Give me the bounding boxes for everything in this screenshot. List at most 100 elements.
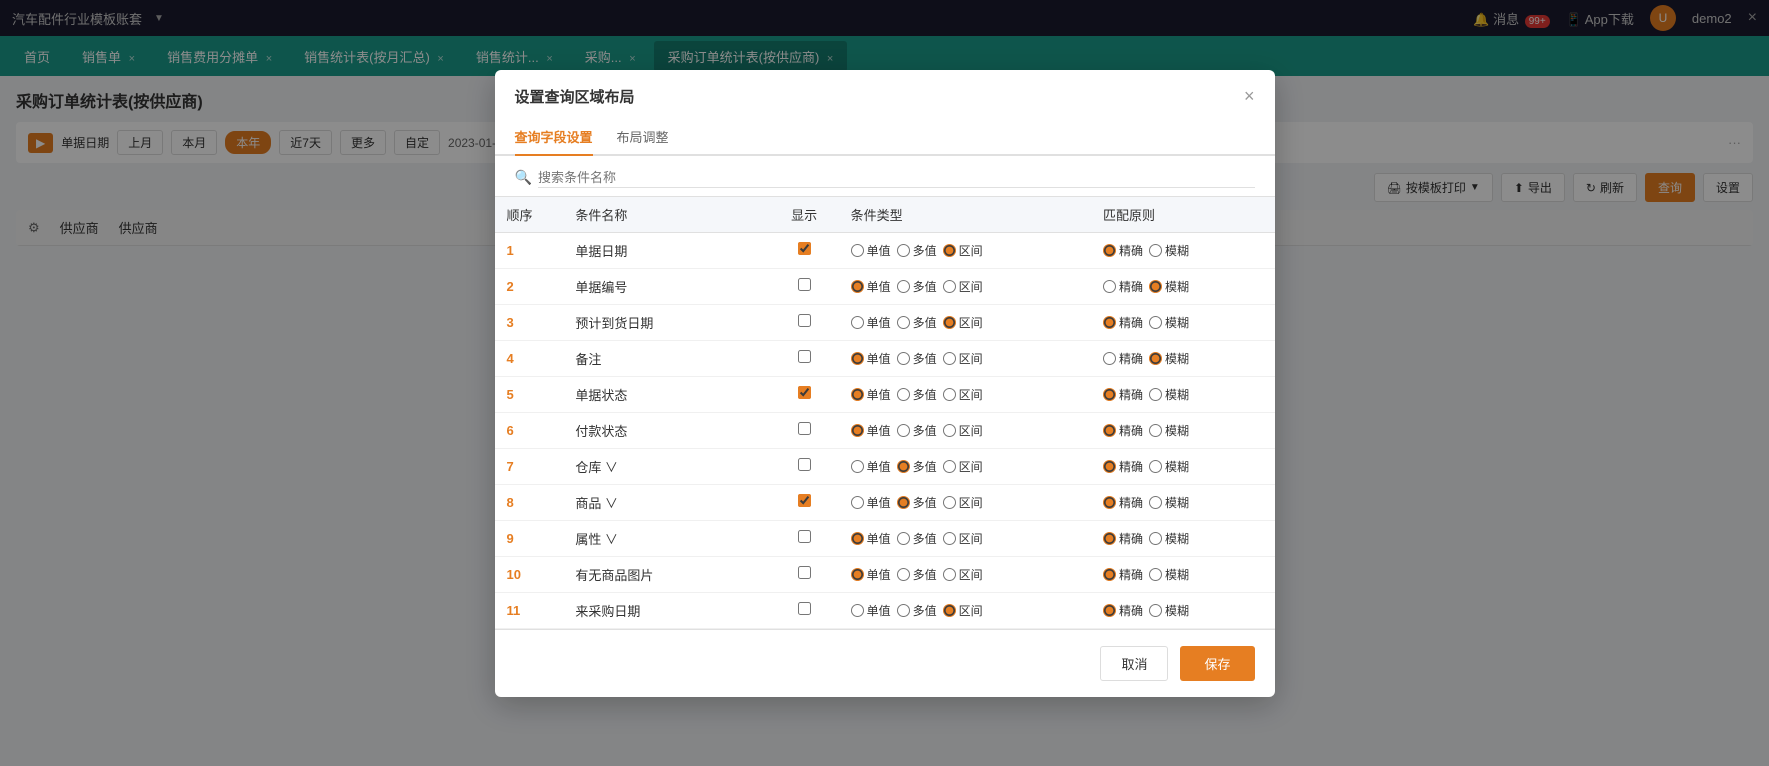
type-radio-区间[interactable] — [943, 352, 956, 365]
modal-search-bar: 🔍 — [495, 156, 1275, 197]
type-radio-多值[interactable] — [897, 568, 910, 581]
type-radio-区间[interactable] — [943, 604, 956, 617]
save-button[interactable]: 保存 — [1180, 646, 1254, 681]
match-radio-模糊[interactable] — [1149, 316, 1162, 329]
table-row: 3预计到货日期单值多值区间精确模糊 — [495, 304, 1275, 340]
match-radio-精确[interactable] — [1103, 388, 1116, 401]
type-radio-区间[interactable] — [943, 424, 956, 437]
match-radio-精确[interactable] — [1103, 460, 1116, 473]
match-radio-精确[interactable] — [1103, 604, 1116, 617]
show-checkbox[interactable] — [798, 350, 811, 363]
show-checkbox[interactable] — [798, 602, 811, 615]
type-radio-多值[interactable] — [897, 496, 910, 509]
show-checkbox[interactable] — [798, 242, 811, 255]
type-radio-多值[interactable] — [897, 244, 910, 257]
cancel-button[interactable]: 取消 — [1100, 646, 1168, 681]
match-radio-模糊[interactable] — [1149, 352, 1162, 365]
row-type-cell: 单值多值区间 — [839, 448, 1091, 484]
match-radio-精确[interactable] — [1103, 424, 1116, 437]
type-radio-区间[interactable] — [943, 568, 956, 581]
search-icon: 🔍 — [515, 169, 532, 186]
row-match-cell: 精确模糊 — [1091, 232, 1275, 268]
row-condition-name: 付款状态 — [563, 412, 769, 448]
match-radio-模糊[interactable] — [1149, 244, 1162, 257]
row-match-cell: 精确模糊 — [1091, 484, 1275, 520]
type-radio-区间[interactable] — [943, 496, 956, 509]
table-row: 1单据日期单值多值区间精确模糊 — [495, 232, 1275, 268]
show-checkbox[interactable] — [798, 278, 811, 291]
match-radio-精确[interactable] — [1103, 352, 1116, 365]
row-show-checkbox-cell — [770, 268, 839, 304]
row-order: 7 — [495, 448, 564, 484]
type-radio-单值[interactable] — [851, 316, 864, 329]
match-radio-精确[interactable] — [1103, 568, 1116, 581]
show-checkbox[interactable] — [798, 458, 811, 471]
row-order: 2 — [495, 268, 564, 304]
search-input[interactable] — [538, 168, 1255, 188]
match-radio-模糊[interactable] — [1149, 424, 1162, 437]
modal-title: 设置查询区域布局 — [515, 86, 635, 107]
match-radio-精确[interactable] — [1103, 496, 1116, 509]
show-checkbox[interactable] — [798, 530, 811, 543]
show-checkbox[interactable] — [798, 422, 811, 435]
type-radio-多值[interactable] — [897, 388, 910, 401]
row-condition-name: 预计到货日期 — [563, 304, 769, 340]
row-condition-name: 来采购日期 — [563, 592, 769, 628]
type-radio-单值[interactable] — [851, 352, 864, 365]
type-radio-单值[interactable] — [851, 604, 864, 617]
show-checkbox[interactable] — [798, 494, 811, 507]
match-radio-模糊[interactable] — [1149, 280, 1162, 293]
type-radio-单值[interactable] — [851, 496, 864, 509]
show-checkbox[interactable] — [798, 386, 811, 399]
type-radio-单值[interactable] — [851, 244, 864, 257]
type-radio-多值[interactable] — [897, 532, 910, 545]
match-radio-精确[interactable] — [1103, 280, 1116, 293]
row-show-checkbox-cell — [770, 448, 839, 484]
type-radio-单值[interactable] — [851, 280, 864, 293]
match-radio-模糊[interactable] — [1149, 532, 1162, 545]
show-checkbox[interactable] — [798, 314, 811, 327]
type-radio-区间[interactable] — [943, 280, 956, 293]
row-show-checkbox-cell — [770, 232, 839, 268]
type-radio-多值[interactable] — [897, 424, 910, 437]
type-radio-多值[interactable] — [897, 604, 910, 617]
match-radio-精确[interactable] — [1103, 532, 1116, 545]
col-header-type: 条件类型 — [839, 197, 1091, 233]
modal-close-button[interactable]: × — [1244, 86, 1255, 107]
table-row: 2单据编号单值多值区间精确模糊 — [495, 268, 1275, 304]
row-type-cell: 单值多值区间 — [839, 520, 1091, 556]
match-radio-模糊[interactable] — [1149, 604, 1162, 617]
type-radio-单值[interactable] — [851, 424, 864, 437]
show-checkbox[interactable] — [798, 566, 811, 579]
row-type-cell: 单值多值区间 — [839, 304, 1091, 340]
type-radio-单值[interactable] — [851, 388, 864, 401]
row-order: 9 — [495, 520, 564, 556]
type-radio-区间[interactable] — [943, 316, 956, 329]
row-show-checkbox-cell — [770, 304, 839, 340]
type-radio-区间[interactable] — [943, 388, 956, 401]
tab-layout-adjust[interactable]: 布局调整 — [617, 119, 669, 156]
type-radio-多值[interactable] — [897, 316, 910, 329]
type-radio-多值[interactable] — [897, 352, 910, 365]
type-radio-多值[interactable] — [897, 460, 910, 473]
match-radio-精确[interactable] — [1103, 316, 1116, 329]
type-radio-单值[interactable] — [851, 568, 864, 581]
type-radio-多值[interactable] — [897, 280, 910, 293]
type-radio-单值[interactable] — [851, 460, 864, 473]
col-header-show: 显示 — [770, 197, 839, 233]
tab-query-field-settings[interactable]: 查询字段设置 — [515, 119, 593, 156]
row-type-cell: 单值多值区间 — [839, 340, 1091, 376]
match-radio-模糊[interactable] — [1149, 496, 1162, 509]
row-order: 4 — [495, 340, 564, 376]
row-match-cell: 精确模糊 — [1091, 340, 1275, 376]
match-radio-模糊[interactable] — [1149, 460, 1162, 473]
match-radio-模糊[interactable] — [1149, 568, 1162, 581]
type-radio-区间[interactable] — [943, 532, 956, 545]
modal-tabs: 查询字段设置 布局调整 — [495, 119, 1275, 156]
type-radio-区间[interactable] — [943, 244, 956, 257]
match-radio-精确[interactable] — [1103, 244, 1116, 257]
type-radio-单值[interactable] — [851, 532, 864, 545]
type-radio-区间[interactable] — [943, 460, 956, 473]
match-radio-模糊[interactable] — [1149, 388, 1162, 401]
col-header-name: 条件名称 — [563, 197, 769, 233]
